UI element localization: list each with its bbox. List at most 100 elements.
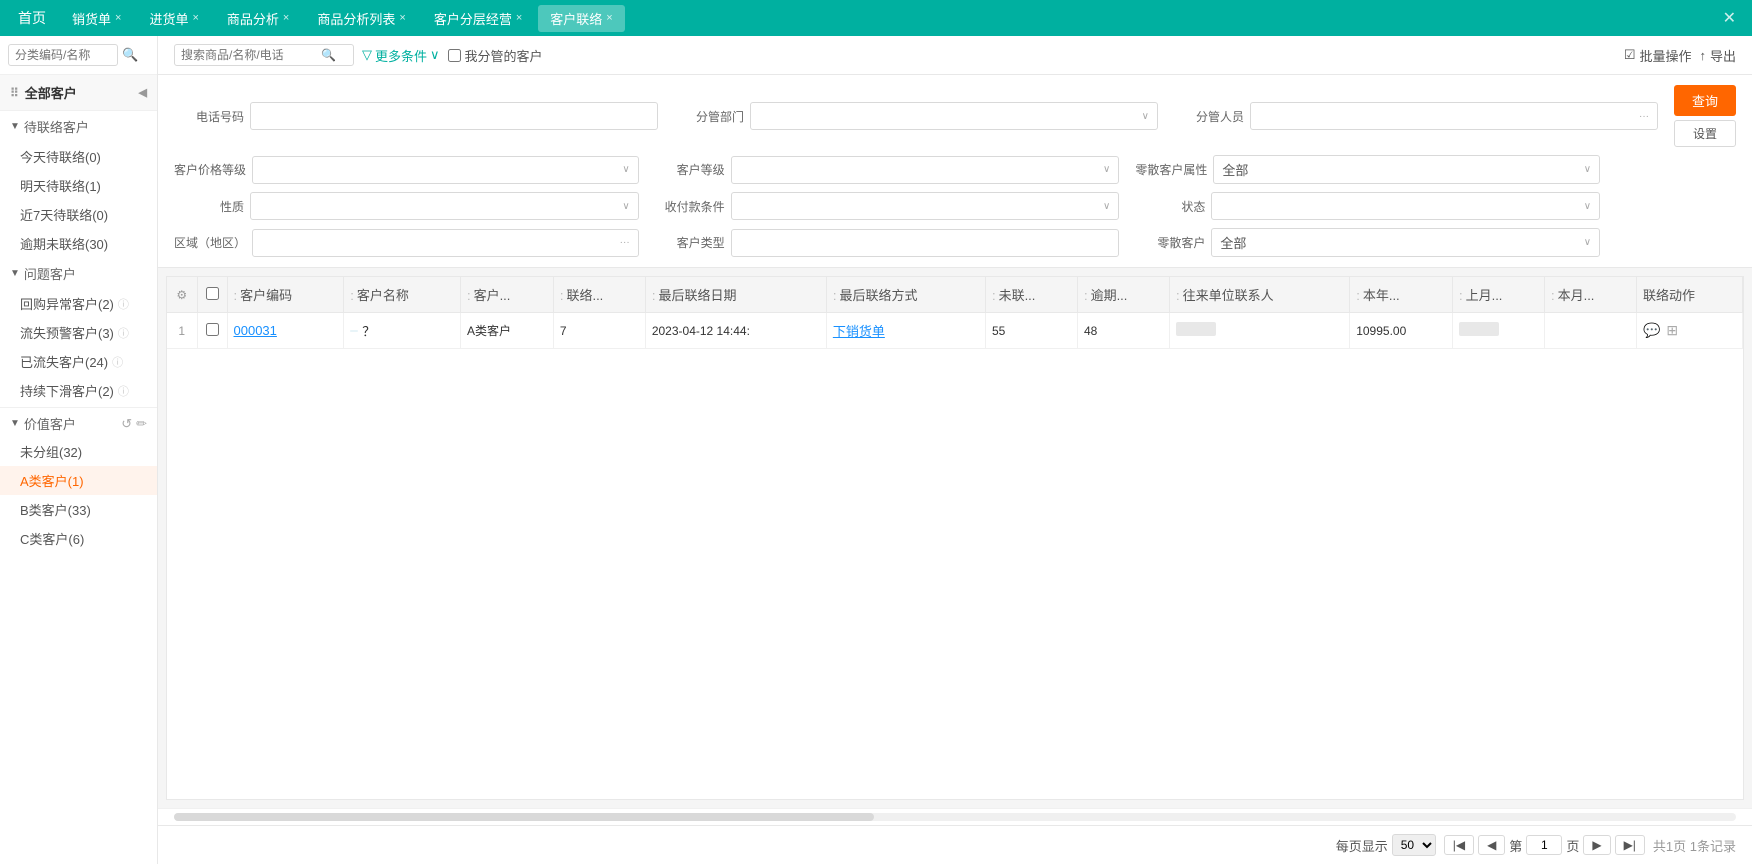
search-icon[interactable]: 🔍 [321,48,336,62]
nav-tab-product-analysis-close[interactable]: × [283,12,289,24]
my-customers-filter: 我分管的客户 [448,46,543,65]
per-page-select[interactable]: 50 [1392,834,1436,856]
info-icon: ⓘ [118,296,129,312]
chat-icon[interactable]: 💬 [1643,322,1660,339]
col-sep-9: : [1176,288,1180,303]
region-input[interactable]: ··· [252,229,639,257]
status-down-icon: ∨ [1584,201,1591,212]
sidebar-item-churned[interactable]: 已流失客户(24) ⓘ [0,347,157,376]
select-all-checkbox[interactable] [206,287,219,300]
retail-customer-input[interactable]: 全部 ∨ [1211,228,1600,257]
collapse-icon[interactable]: ◀ [139,86,147,99]
grid-icon[interactable]: ⊞ [1666,322,1678,339]
row-checkbox[interactable] [206,323,219,336]
dept-input[interactable]: ∨ [750,102,1158,130]
next-page-button[interactable]: ▶ [1583,835,1610,855]
nav-tab-sales-close[interactable]: × [115,12,121,24]
last-page-button[interactable]: ▶| [1615,835,1645,855]
refresh-icon[interactable]: ↺ [121,416,132,432]
sidebar-item-churn-warning[interactable]: 流失预警客户(3) ⓘ [0,318,157,347]
col-gear[interactable]: ⚙ [167,277,197,313]
filter-actions: 查询 设置 [1674,85,1736,147]
batch-op-button[interactable]: ☑ 批量操作 [1624,46,1692,65]
row-action-icons: 💬 ⊞ [1643,322,1736,339]
phone-input[interactable] [250,102,658,130]
triangle-icon: ▼ [10,121,20,132]
col-last-month: :上月... [1452,277,1544,313]
page-number-input[interactable] [1526,835,1562,855]
main-layout: 🔍 ⠿ 全部客户 ◀ ▼ 待联络客户 今天待联络(0) 明天待联络(1) 近7天… [0,36,1752,864]
sidebar-item-declining[interactable]: 持续下滑客户(2) ⓘ [0,376,157,405]
sidebar-item-ungrouped[interactable]: 未分组(32) [0,437,157,466]
footer-total: 共1页 1条记录 [1653,836,1736,855]
sidebar-item-class-a[interactable]: A类客户(1) [0,466,157,495]
home-nav-item[interactable]: 首页 [8,4,56,32]
query-button[interactable]: 查询 [1674,85,1736,116]
row-related-contact-cell [1169,313,1349,349]
nav-tab-sales[interactable]: 销货单 × [60,5,133,32]
row-code-link[interactable]: 000031 [234,323,277,338]
scrollbar-thumb[interactable] [174,813,874,821]
nav-tab-purchase-close[interactable]: × [192,12,198,24]
nature-input[interactable]: ∨ [250,192,639,220]
value-customers-group[interactable]: ▼ 价值客户 ↺ ✏ [0,407,157,437]
settings-icon[interactable]: ✏ [136,416,147,432]
price-level-input[interactable]: ∨ [252,156,639,184]
nav-tab-product-list[interactable]: 商品分析列表 × [305,5,417,32]
more-filters-button[interactable]: ▽ 更多条件 ∨ [362,46,440,65]
sidebar-item-today-pending[interactable]: 今天待联络(0) [0,142,157,171]
row-this-year-cell: 10995.00 [1350,313,1453,349]
nav-tab-customer-contact[interactable]: 客户联络 × [538,5,624,32]
nav-tab-product-list-close[interactable]: × [399,12,405,24]
nav-tab-product-analysis[interactable]: 商品分析 × [215,5,301,32]
problem-customers-group[interactable]: ▼ 问题客户 [0,258,157,289]
nav-tab-customer-segment-close[interactable]: × [516,12,522,24]
table-footer: 每页显示 50 |◀ ◀ 第 页 ▶ ▶| 共1页 1条记录 [158,825,1752,864]
nav-tab-customer-segment-label: 客户分层经营 [434,9,512,28]
sidebar-item-7days-pending[interactable]: 近7天待联络(0) [0,200,157,229]
nav-tab-customer-segment[interactable]: 客户分层经营 × [422,5,534,32]
nav-tab-purchase[interactable]: 进货单 × [137,5,210,32]
person-field: 分管人员 ··· [1174,102,1658,130]
sidebar-item-tomorrow-pending[interactable]: 明天待联络(1) [0,171,157,200]
dept-label: 分管部门 [674,108,744,125]
customer-level-input[interactable]: ∨ [731,156,1120,184]
sidebar-search-icon[interactable]: 🔍 [122,47,138,63]
first-page-button[interactable]: |◀ [1444,835,1474,855]
col-last-date: :最后联络日期 [645,277,826,313]
retail-customer-down-icon: ∨ [1584,237,1591,248]
payment-input[interactable]: ∨ [731,192,1120,220]
pending-contact-group[interactable]: ▼ 待联络客户 [0,111,157,142]
close-all-tabs-button[interactable]: ✕ [1715,4,1744,32]
filter-bar: 🔍 ▽ 更多条件 ∨ 我分管的客户 ☑ 批量操作 ↑ 导出 [158,36,1752,75]
filter-row-4: 区域（地区） ··· 客户类型 零散客户 全部 ∨ [174,228,1736,257]
settings-button[interactable]: 设置 [1674,120,1736,147]
status-label: 状态 [1135,198,1205,215]
status-input[interactable]: ∨ [1211,192,1600,220]
export-label: 导出 [1710,46,1736,65]
retail-attr-input[interactable]: 全部 ∨ [1213,155,1600,184]
sidebar-item-class-c[interactable]: C类客户(6) [0,524,157,553]
customer-type-input[interactable] [731,229,1120,257]
col-no-contact: :未联... [985,277,1077,313]
sidebar-search-input[interactable] [8,44,118,66]
scrollbar-track[interactable] [174,813,1736,821]
sidebar-item-repurchase-abnormal[interactable]: 回购异常客户(2) ⓘ [0,289,157,318]
sidebar-item-overdue[interactable]: 逾期未联络(30) [0,229,157,258]
row-last-month-cell [1452,313,1544,349]
row-last-date-cell: 2023-04-12 14:44: [645,313,826,349]
person-input[interactable]: ··· [1250,102,1658,130]
nav-tab-purchase-label: 进货单 [149,9,188,28]
my-customers-checkbox[interactable] [448,49,461,62]
per-page-label: 每页显示 [1336,836,1388,855]
page-label: 第 [1509,836,1522,855]
phone-field: 电话号码 [174,102,658,130]
export-button[interactable]: ↑ 导出 [1699,46,1736,65]
all-customers-header[interactable]: ⠿ 全部客户 ◀ [0,75,157,111]
search-input[interactable] [181,48,321,62]
sidebar-item-class-b[interactable]: B类客户(33) [0,495,157,524]
nav-tab-customer-contact-close[interactable]: × [606,12,612,24]
prev-page-button[interactable]: ◀ [1478,835,1505,855]
col-sep-12: : [1551,288,1555,303]
row-last-method-link[interactable]: 下销货单 [833,324,885,339]
